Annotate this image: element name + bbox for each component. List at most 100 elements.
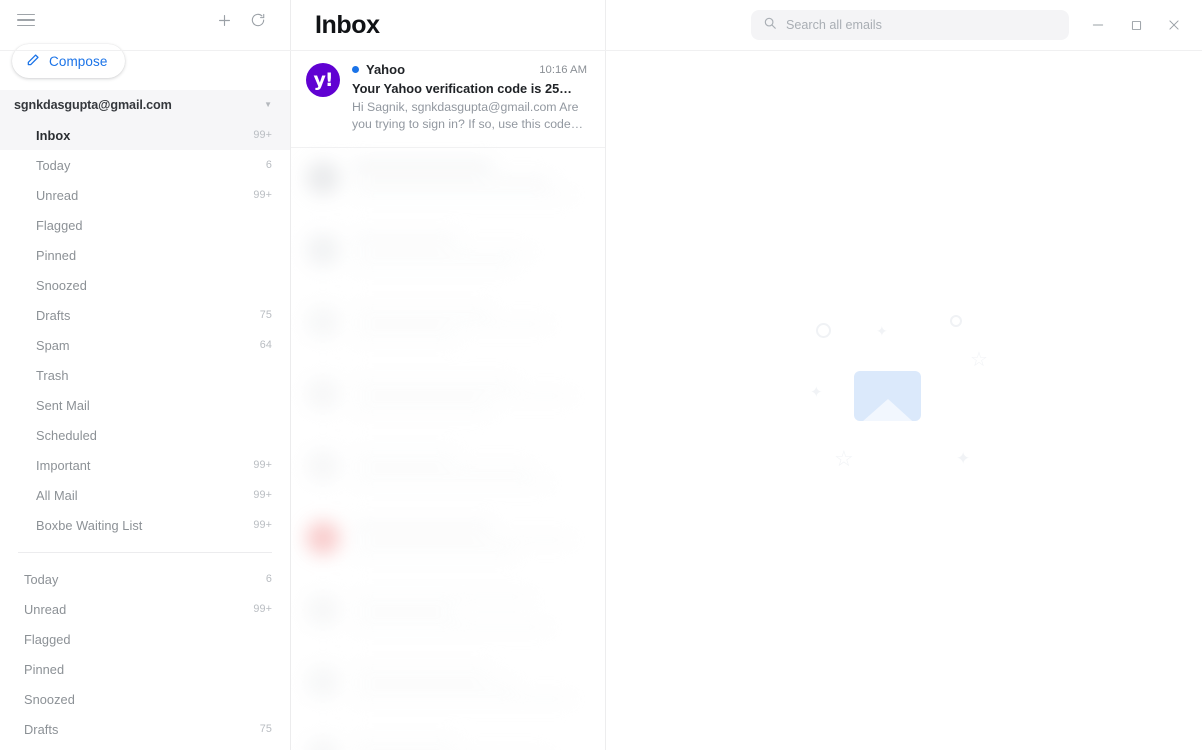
sidebar-item-today[interactable]: Today 6 (0, 150, 290, 180)
chevron-down-icon[interactable]: ▼ (264, 101, 272, 109)
email-subject: Your Yahoo verification code is 25… (352, 81, 587, 96)
circle-deco-icon (816, 323, 831, 338)
email-list-item[interactable]: y! Yahoo 10:16 AM Your Yahoo verificatio… (291, 51, 605, 148)
sidebar-item-label: Sent Mail (36, 398, 90, 413)
email-list-pane: y! Yahoo 10:16 AM Your Yahoo verificatio… (291, 0, 606, 750)
sidebar-item-spam[interactable]: Spam 64 (0, 330, 290, 360)
avatar (306, 737, 340, 750)
compose-container: Compose (0, 40, 290, 90)
star-deco-icon: ☆ (970, 347, 988, 372)
reading-pane: Inbox (606, 0, 1202, 750)
search-icon (763, 16, 777, 35)
list-item[interactable] (291, 724, 605, 750)
window-controls (1083, 11, 1189, 39)
avatar (306, 521, 340, 555)
sidebar-item-sent-mail[interactable]: Sent Mail (0, 390, 290, 420)
mail-app-window: Compose sgnkdasgupta@gmail.com ▼ Inbox 9… (0, 0, 1202, 750)
email-sender: Yahoo (366, 62, 405, 77)
avatar (306, 161, 340, 195)
compose-button[interactable]: Compose (12, 44, 125, 78)
avatar (306, 377, 340, 411)
sidebar-item-count: 99+ (253, 129, 272, 141)
sidebar: Compose sgnkdasgupta@gmail.com ▼ Inbox 9… (0, 0, 291, 750)
sidebar-item-label: Spam (36, 338, 70, 353)
account-section: sgnkdasgupta@gmail.com ▼ Inbox 99+ (0, 90, 290, 150)
avatar: y! (306, 63, 340, 97)
sidebar-item-drafts[interactable]: Drafts 75 (0, 300, 290, 330)
list-item[interactable] (291, 652, 605, 724)
email-timestamp: 10:16 AM (539, 64, 587, 76)
email-snippet: Hi Sagnik, sgnkdasgupta@gmail.com Are yo… (352, 99, 587, 134)
sidebar-global-item-today[interactable]: Today 6 (0, 564, 290, 594)
sidebar-item-count: 64 (260, 339, 272, 351)
sidebar-item-count: 75 (260, 723, 272, 735)
unread-dot-icon (352, 66, 359, 73)
sidebar-item-label: Today (36, 158, 70, 173)
sidebar-item-unread[interactable]: Unread 99+ (0, 180, 290, 210)
avatar (306, 233, 340, 267)
sidebar-item-label: Today (24, 572, 58, 587)
search-input[interactable] (786, 18, 1057, 32)
sidebar-item-all-mail[interactable]: All Mail 99+ (0, 480, 290, 510)
email-item-meta: Yahoo 10:16 AM (352, 62, 587, 77)
sidebar-global-item-unread[interactable]: Unread 99+ (0, 594, 290, 624)
sparkle-deco-icon: ✦ (956, 449, 970, 469)
sidebar-item-label: Snoozed (24, 692, 75, 707)
sidebar-item-scheduled[interactable]: Scheduled (0, 420, 290, 450)
list-item[interactable] (291, 580, 605, 652)
sidebar-item-label: Drafts (24, 722, 58, 737)
sidebar-global-item-flagged[interactable]: Flagged (0, 624, 290, 654)
sidebar-item-label: Trash (36, 368, 69, 383)
sidebar-global-item-pinned[interactable]: Pinned (0, 654, 290, 684)
list-item[interactable] (291, 292, 605, 364)
account-header[interactable]: sgnkdasgupta@gmail.com ▼ (0, 90, 290, 120)
circle-deco-icon (950, 315, 962, 327)
sidebar-item-label: Flagged (24, 632, 71, 647)
sidebar-item-count: 6 (266, 573, 272, 585)
sidebar-item-label: Scheduled (36, 428, 97, 443)
list-item[interactable] (291, 220, 605, 292)
email-item-body: Yahoo 10:16 AM Your Yahoo verification c… (352, 62, 587, 134)
envelope-icon (854, 371, 921, 421)
search-box[interactable] (751, 10, 1069, 40)
pencil-icon (26, 53, 40, 70)
maximize-icon[interactable] (1121, 11, 1151, 39)
list-item[interactable] (291, 508, 605, 580)
sidebar-item-count: 99+ (253, 489, 272, 501)
sidebar-item-snoozed[interactable]: Snoozed (0, 270, 290, 300)
list-item[interactable] (291, 148, 605, 220)
sidebar-item-label: Drafts (36, 308, 70, 323)
sidebar-item-boxbe-waiting-list[interactable]: Boxbe Waiting List 99+ (0, 510, 290, 540)
sidebar-item-inbox[interactable]: Inbox 99+ (0, 120, 290, 150)
sidebar-item-label: All Mail (36, 488, 78, 503)
sidebar-item-label: Flagged (36, 218, 83, 233)
sparkle-deco-icon: ✦ (876, 323, 888, 340)
sidebar-item-flagged[interactable]: Flagged (0, 210, 290, 240)
sidebar-global-folders: Today 6 Unread 99+ Flagged Pinned Snooze… (0, 564, 290, 744)
list-item[interactable] (291, 364, 605, 436)
sidebar-global-item-snoozed[interactable]: Snoozed (0, 684, 290, 714)
sidebar-item-count: 99+ (253, 519, 272, 531)
sidebar-item-label: Boxbe Waiting List (36, 518, 142, 533)
minimize-icon[interactable] (1083, 11, 1113, 39)
avatar (306, 593, 340, 627)
sidebar-item-label: Pinned (36, 248, 76, 263)
star-deco-icon: ☆ (834, 446, 854, 472)
avatar (306, 449, 340, 483)
avatar (306, 305, 340, 339)
sidebar-item-important[interactable]: Important 99+ (0, 450, 290, 480)
sidebar-item-count: 99+ (253, 603, 272, 615)
sidebar-item-trash[interactable]: Trash (0, 360, 290, 390)
empty-state: ☆ ☆ ✦ ✦ ✦ (606, 0, 1202, 750)
list-item[interactable] (291, 436, 605, 508)
email-list-blurred-rows[interactable] (291, 148, 605, 750)
close-icon[interactable] (1159, 11, 1189, 39)
sidebar-item-count: 75 (260, 309, 272, 321)
sparkle-deco-icon: ✦ (810, 383, 823, 401)
sidebar-item-label: Inbox (36, 128, 70, 143)
sidebar-item-label: Unread (24, 602, 66, 617)
sidebar-item-pinned[interactable]: Pinned (0, 240, 290, 270)
sidebar-global-item-drafts[interactable]: Drafts 75 (0, 714, 290, 744)
sidebar-item-label: Unread (36, 188, 78, 203)
sidebar-item-count: 99+ (253, 459, 272, 471)
